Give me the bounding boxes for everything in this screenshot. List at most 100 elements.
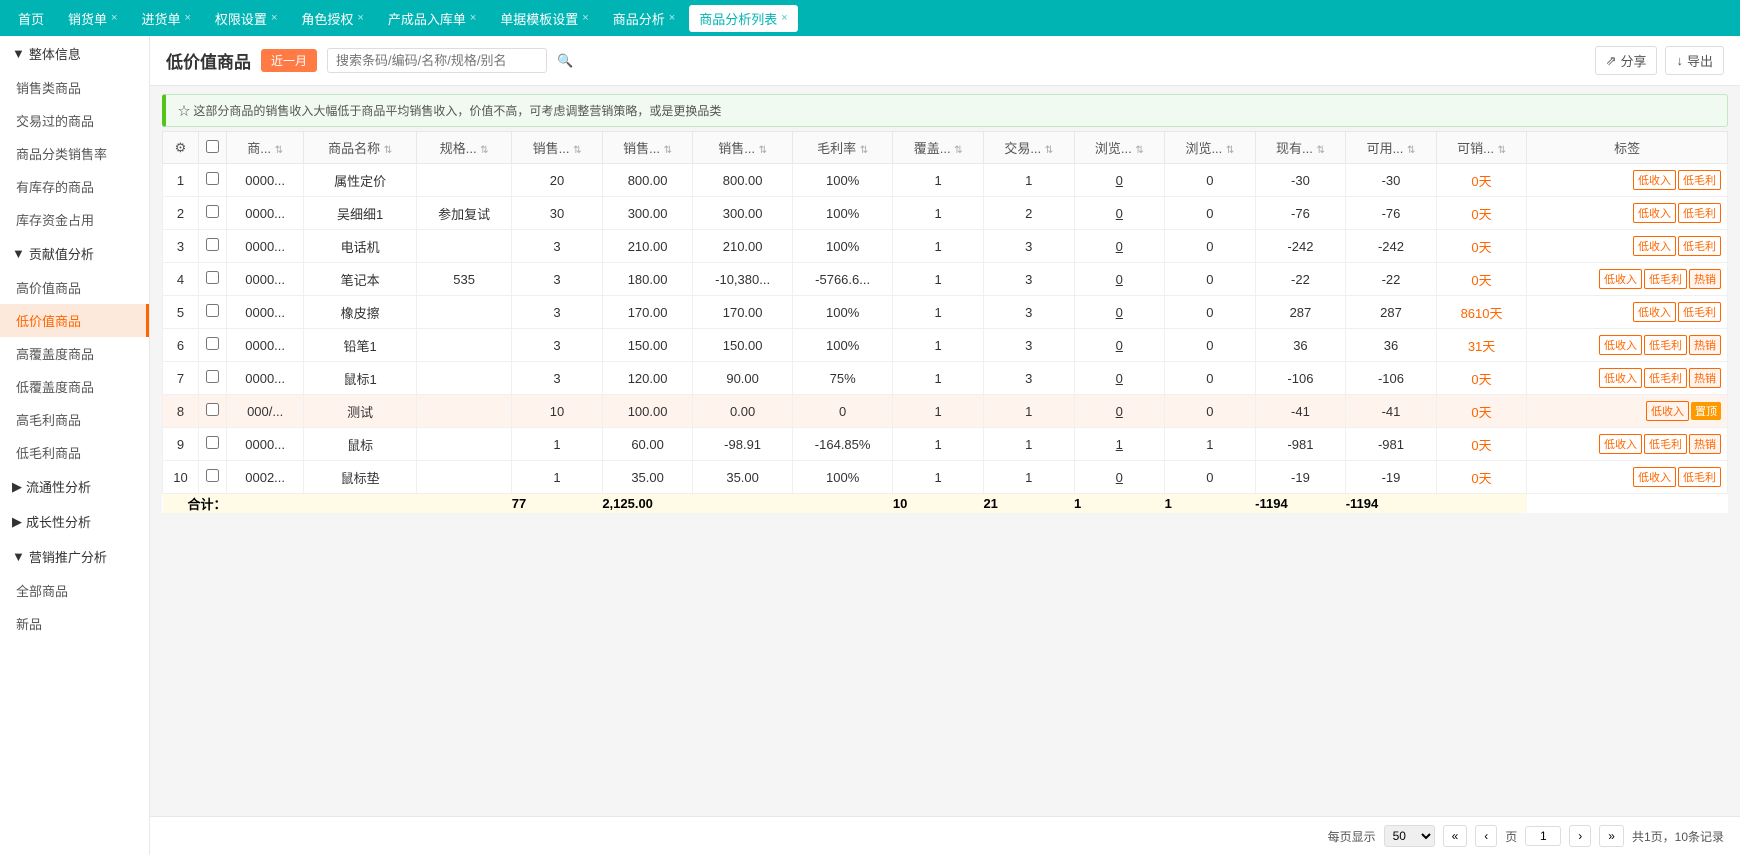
row-checkbox[interactable] [199,164,227,197]
row-views1[interactable]: 0 [1074,329,1165,362]
per-page-select[interactable]: 50 100 200 [1384,825,1435,847]
sidebar-item-inventory-capital[interactable]: 库存资金占用 [0,203,149,236]
prev-page-button[interactable]: ‹ [1475,825,1497,847]
nav-product-analysis-list[interactable]: 商品分析列表 × [689,5,797,32]
sidebar-item-stock-products[interactable]: 有库存的商品 [0,170,149,203]
share-button[interactable]: ⇗ 分享 [1595,46,1658,75]
col-current-stock[interactable]: 现有... ⇅ [1255,132,1346,164]
row-select-checkbox[interactable] [206,337,219,350]
row-select-checkbox[interactable] [206,469,219,482]
sidebar-item-sales-products[interactable]: 销售类商品 [0,71,149,104]
sidebar-item-high-coverage[interactable]: 高覆盖度商品 [0,337,149,370]
row-checkbox[interactable] [199,461,227,494]
data-table-container[interactable]: ⚙ 商... ⇅ 商品名称 ⇅ 规格... ⇅ 销售... ⇅ 销售... ⇅ … [162,131,1728,816]
row-views1[interactable]: 1 [1074,428,1165,461]
row-checkbox[interactable] [199,428,227,461]
search-icon[interactable]: 🔍 [557,53,573,69]
row-views1[interactable]: 0 [1074,197,1165,230]
col-sales1[interactable]: 销售... ⇅ [512,132,603,164]
row-checkbox[interactable] [199,395,227,428]
sidebar-item-category-sales-rate[interactable]: 商品分类销售率 [0,137,149,170]
row-views1[interactable]: 0 [1074,296,1165,329]
sidebar-item-high-value[interactable]: 高价值商品 [0,271,149,304]
col-code[interactable]: 商... ⇅ [227,132,304,164]
close-icon[interactable]: × [582,12,588,24]
row-no: 7 [163,362,199,395]
sidebar-item-high-margin[interactable]: 高毛利商品 [0,403,149,436]
sidebar-item-low-value[interactable]: 低价值商品 [0,304,149,337]
sidebar-group-overview[interactable]: ▼ 整体信息 [0,36,149,71]
col-sales3[interactable]: 销售... ⇅ [693,132,792,164]
row-select-checkbox[interactable] [206,205,219,218]
row-views1[interactable]: 0 [1074,395,1165,428]
page-number-input[interactable] [1525,826,1561,846]
row-checkbox[interactable] [199,230,227,263]
sidebar-group-liquidity[interactable]: ▶ 流通性分析 [0,469,149,504]
nav-role-auth[interactable]: 角色授权 × [291,5,373,32]
row-select-checkbox[interactable] [206,370,219,383]
col-name[interactable]: 商品名称 ⇅ [304,132,417,164]
sidebar-item-low-coverage[interactable]: 低覆盖度商品 [0,370,149,403]
close-icon[interactable]: × [781,12,787,24]
col-settings[interactable]: ⚙ [163,132,199,164]
search-input[interactable] [327,48,547,73]
row-tags: 低收入低毛利 [1527,296,1728,329]
nav-purchase-order[interactable]: 进货单 × [131,5,200,32]
sidebar-item-traded-products[interactable]: 交易过的商品 [0,104,149,137]
nav-home[interactable]: 首页 [8,5,54,32]
col-sales2[interactable]: 销售... ⇅ [602,132,693,164]
row-margin: 100% [792,461,893,494]
col-coverage[interactable]: 覆盖... ⇅ [893,132,984,164]
col-available-stock[interactable]: 可用... ⇅ [1346,132,1437,164]
close-icon[interactable]: × [111,12,117,24]
row-checkbox[interactable] [199,197,227,230]
row-no: 8 [163,395,199,428]
nav-product-analysis[interactable]: 商品分析 × [603,5,685,32]
col-transactions[interactable]: 交易... ⇅ [983,132,1074,164]
row-sales3: 0.00 [693,395,792,428]
row-select-checkbox[interactable] [206,172,219,185]
sidebar-group-marketing[interactable]: ▼ 营销推广分析 [0,539,149,574]
next-page-button[interactable]: › [1569,825,1591,847]
col-spec[interactable]: 规格... ⇅ [417,132,512,164]
row-views1[interactable]: 0 [1074,362,1165,395]
last-page-button[interactable]: » [1599,825,1624,847]
close-icon[interactable]: × [470,12,476,24]
row-views1[interactable]: 0 [1074,230,1165,263]
close-icon[interactable]: × [357,12,363,24]
col-views2[interactable]: 浏览... ⇅ [1165,132,1256,164]
filter-period-button[interactable]: 近一月 [261,49,317,72]
export-button[interactable]: ↓ 导出 [1665,46,1724,75]
sidebar-item-new-products[interactable]: 新品 [0,607,149,640]
close-icon[interactable]: × [271,12,277,24]
sidebar-group-contribution[interactable]: ▼ 贡献值分析 [0,236,149,271]
sidebar-item-low-margin[interactable]: 低毛利商品 [0,436,149,469]
select-all-checkbox[interactable] [206,140,219,153]
col-sellable[interactable]: 可销... ⇅ [1436,132,1527,164]
row-select-checkbox[interactable] [206,238,219,251]
nav-template-settings[interactable]: 单据模板设置 × [490,5,598,32]
col-checkbox[interactable] [199,132,227,164]
row-select-checkbox[interactable] [206,436,219,449]
nav-product-storage[interactable]: 产成品入库单 × [378,5,486,32]
row-available-stock: -76 [1346,197,1437,230]
row-views1[interactable]: 0 [1074,164,1165,197]
sidebar-group-growth[interactable]: ▶ 成长性分析 [0,504,149,539]
sidebar-item-all-products[interactable]: 全部商品 [0,574,149,607]
row-select-checkbox[interactable] [206,304,219,317]
row-select-checkbox[interactable] [206,271,219,284]
row-views1[interactable]: 0 [1074,461,1165,494]
row-checkbox[interactable] [199,296,227,329]
close-icon[interactable]: × [669,12,675,24]
close-icon[interactable]: × [184,12,190,24]
row-select-checkbox[interactable] [206,403,219,416]
row-checkbox[interactable] [199,362,227,395]
row-checkbox[interactable] [199,329,227,362]
row-views1[interactable]: 0 [1074,263,1165,296]
row-checkbox[interactable] [199,263,227,296]
first-page-button[interactable]: « [1443,825,1468,847]
col-views1[interactable]: 浏览... ⇅ [1074,132,1165,164]
nav-sales-order[interactable]: 销货单 × [58,5,127,32]
nav-permissions[interactable]: 权限设置 × [205,5,287,32]
col-margin[interactable]: 毛利率 ⇅ [792,132,893,164]
